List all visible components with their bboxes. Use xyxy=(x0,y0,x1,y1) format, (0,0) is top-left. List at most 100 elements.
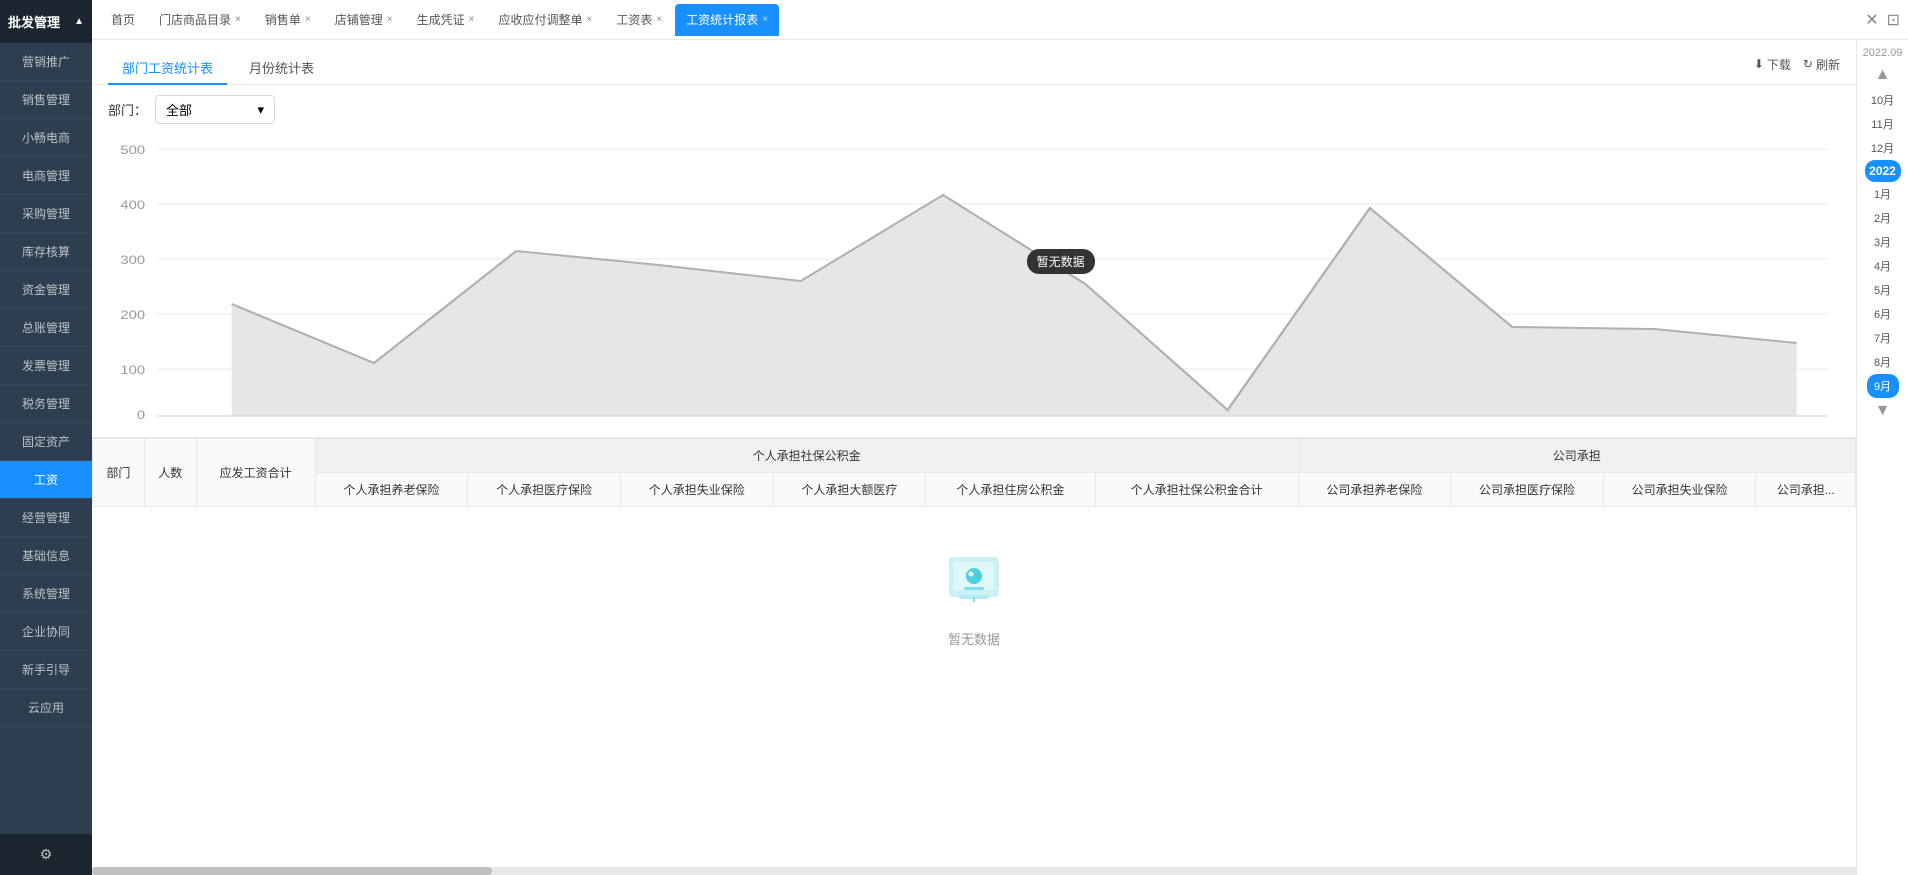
refresh-label: 刷新 xyxy=(1816,56,1840,73)
timeline-current-label[interactable]: 2022.09 xyxy=(1857,44,1908,62)
tab-close-icon[interactable]: × xyxy=(586,14,592,25)
svg-text:300: 300 xyxy=(120,253,145,266)
area-chart: 500 400 300 200 100 0 xyxy=(108,134,1840,434)
timeline-item-3月[interactable]: 3月 xyxy=(1857,230,1908,254)
table-container[interactable]: 部门 人数 应发工资合计 个人承担社保公积金 公司承担 个人承担养老保险个人承担… xyxy=(92,437,1856,867)
sidebar-header[interactable]: 批发管理 ▲ xyxy=(0,0,92,43)
tab-label: 应收应付调整单 xyxy=(498,11,582,28)
timeline-item-2022[interactable]: 2022 xyxy=(1865,160,1901,182)
sidebar-title: 批发管理 xyxy=(8,12,60,31)
sidebar-item-固定资产[interactable]: 固定资产 xyxy=(0,423,92,461)
scroll-thumb[interactable] xyxy=(92,867,492,875)
tab-close-icon[interactable]: × xyxy=(387,14,393,25)
sub-tabs-left: 部门工资统计表月份统计表 xyxy=(108,52,328,84)
svg-text:500: 500 xyxy=(120,143,145,156)
timeline-item-10月[interactable]: 10月 xyxy=(1857,88,1908,112)
timeline-item-11月[interactable]: 11月 xyxy=(1857,112,1908,136)
svg-text:0: 0 xyxy=(137,408,145,421)
timeline-item-5月[interactable]: 5月 xyxy=(1857,278,1908,302)
tab-close-icon[interactable]: × xyxy=(469,14,475,25)
sub-tab-部门工资统计表[interactable]: 部门工资统计表 xyxy=(108,52,227,85)
department-select-value: 全部 xyxy=(166,100,192,119)
col-total-wage: 应发工资合计 xyxy=(196,439,315,507)
tab-工资统计报表[interactable]: 工资统计报表× xyxy=(675,4,779,36)
tab-close-icon[interactable]: × xyxy=(762,14,768,25)
department-filter-label: 部门： xyxy=(108,100,147,119)
sidebar-item-工资[interactable]: 工资 xyxy=(0,461,92,499)
timeline-nav-down[interactable]: ▼ xyxy=(1871,398,1895,424)
empty-icon xyxy=(934,537,1014,617)
timeline-item-8月[interactable]: 8月 xyxy=(1857,350,1908,374)
timeline-item-7月[interactable]: 7月 xyxy=(1857,326,1908,350)
sub-tabs-right: ⬇ 下载 ↻ 刷新 xyxy=(1754,56,1840,81)
col-department: 部门 xyxy=(93,439,145,507)
timeline-item-12月[interactable]: 12月 xyxy=(1857,136,1908,160)
col-personal-个人承担社保公积金合计: 个人承担社保公积金合计 xyxy=(1095,473,1298,507)
tab-label: 销售单 xyxy=(265,11,301,28)
tab-首页[interactable]: 首页 xyxy=(100,4,146,36)
sidebar-item-云应用[interactable]: 云应用 xyxy=(0,689,92,727)
sidebar-item-发票管理[interactable]: 发票管理 xyxy=(0,347,92,385)
sidebar-item-采购管理[interactable]: 采购管理 xyxy=(0,195,92,233)
refresh-icon: ↻ xyxy=(1803,57,1813,71)
sidebar-item-系统管理[interactable]: 系统管理 xyxy=(0,575,92,613)
col-company-公司承担养老保险: 公司承担养老保险 xyxy=(1298,473,1451,507)
sidebar-item-营销推广[interactable]: 营销推广 xyxy=(0,43,92,81)
sidebar-item-资金管理[interactable]: 资金管理 xyxy=(0,271,92,309)
restore-icon[interactable]: ⊡ xyxy=(1887,10,1900,30)
timeline-item-4月[interactable]: 4月 xyxy=(1857,254,1908,278)
timeline-item-1月[interactable]: 1月 xyxy=(1857,182,1908,206)
tab-close-icon[interactable]: × xyxy=(235,14,241,25)
close-all-icon[interactable]: ✕ xyxy=(1865,10,1878,30)
tab-bar: 首页门店商品目录×销售单×店铺管理×生成凭证×应收应付调整单×工资表×工资统计报… xyxy=(92,0,1908,40)
tab-label: 工资表 xyxy=(616,11,652,28)
sidebar-item-库存核算[interactable]: 库存核算 xyxy=(0,233,92,271)
col-personal-个人承担医疗保险: 个人承担医疗保险 xyxy=(468,473,621,507)
col-company-公司承担...: 公司承担... xyxy=(1756,473,1856,507)
tab-close-icon[interactable]: × xyxy=(656,14,662,25)
tab-销售单[interactable]: 销售单 × xyxy=(254,4,322,36)
department-select[interactable]: 全部 ▾ xyxy=(155,95,275,124)
horizontal-scrollbar[interactable] xyxy=(92,867,1856,875)
col-group-company: 公司承担 xyxy=(1298,439,1855,473)
sidebar-item-经营管理[interactable]: 经营管理 xyxy=(0,499,92,537)
sidebar-items-container: 营销推广销售管理小畅电商电商管理采购管理库存核算资金管理总账管理发票管理税务管理… xyxy=(0,43,92,727)
sidebar-item-小畅电商[interactable]: 小畅电商 xyxy=(0,119,92,157)
sidebar-item-基础信息[interactable]: 基础信息 xyxy=(0,537,92,575)
col-personal-个人承担养老保险: 个人承担养老保险 xyxy=(315,473,468,507)
timeline-item-2月[interactable]: 2月 xyxy=(1857,206,1908,230)
sidebar-item-销售管理[interactable]: 销售管理 xyxy=(0,81,92,119)
tab-bar-end: ✕ ⊡ xyxy=(1865,10,1900,30)
sidebar-settings-button[interactable]: ⚙ xyxy=(0,834,92,875)
no-data-tooltip: 暂无数据 xyxy=(1027,249,1095,274)
tabs-container: 首页门店商品目录×销售单×店铺管理×生成凭证×应收应付调整单×工资表×工资统计报… xyxy=(100,4,779,36)
tab-label: 店铺管理 xyxy=(335,11,383,28)
timeline-panel: 2022.09 ▲ 10月11月12月20221月2月3月4月5月6月7月8月9… xyxy=(1856,40,1908,875)
timeline-item-6月[interactable]: 6月 xyxy=(1857,302,1908,326)
refresh-button[interactable]: ↻ 刷新 xyxy=(1803,56,1840,73)
sidebar: 批发管理 ▲ 营销推广销售管理小畅电商电商管理采购管理库存核算资金管理总账管理发… xyxy=(0,0,92,875)
download-button[interactable]: ⬇ 下载 xyxy=(1754,56,1791,73)
data-table: 部门 人数 应发工资合计 个人承担社保公积金 公司承担 个人承担养老保险个人承担… xyxy=(92,438,1856,678)
col-personal-个人承担失业保险: 个人承担失业保险 xyxy=(620,473,773,507)
sidebar-item-企业协同[interactable]: 企业协同 xyxy=(0,613,92,651)
sidebar-item-新手引导[interactable]: 新手引导 xyxy=(0,651,92,689)
tab-生成凭证[interactable]: 生成凭证× xyxy=(406,4,486,36)
empty-label: 暂无数据 xyxy=(948,629,1000,648)
timeline-item-9月[interactable]: 9月 xyxy=(1867,374,1899,398)
tab-close-icon[interactable]: × xyxy=(305,14,311,25)
tab-工资表[interactable]: 工资表 × xyxy=(605,4,673,36)
chart-wrapper: 500 400 300 200 100 0 xyxy=(108,134,1840,437)
tab-店铺管理[interactable]: 店铺管理 × xyxy=(324,4,404,36)
col-count: 人数 xyxy=(144,439,196,507)
sub-tabs-bar: 部门工资统计表月份统计表 ⬇ 下载 ↻ 刷新 xyxy=(92,40,1856,85)
timeline-nav-up[interactable]: ▲ xyxy=(1871,62,1895,88)
col-group-personal: 个人承担社保公积金 xyxy=(315,439,1298,473)
sub-tab-月份统计表[interactable]: 月份统计表 xyxy=(235,52,328,85)
sidebar-item-税务管理[interactable]: 税务管理 xyxy=(0,385,92,423)
main-area: 首页门店商品目录×销售单×店铺管理×生成凭证×应收应付调整单×工资表×工资统计报… xyxy=(92,0,1908,875)
tab-门店商品目录[interactable]: 门店商品目录× xyxy=(148,4,252,36)
tab-应收应付调整单[interactable]: 应收应付调整单 × xyxy=(487,4,603,36)
sidebar-item-总账管理[interactable]: 总账管理 xyxy=(0,309,92,347)
sidebar-item-电商管理[interactable]: 电商管理 xyxy=(0,157,92,195)
